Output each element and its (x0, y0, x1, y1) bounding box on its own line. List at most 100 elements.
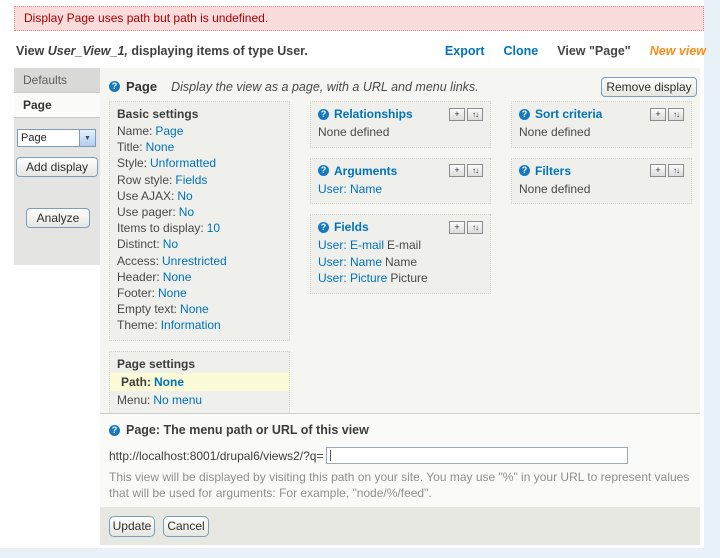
help-icon[interactable]: ? (109, 424, 120, 436)
field-label-suffix: Name (385, 254, 418, 269)
remove-display-button[interactable]: Remove display (601, 77, 697, 97)
filters-title-link[interactable]: Filters (535, 163, 650, 179)
field-item: User: Name Name (318, 254, 483, 271)
setting-row: Empty text: None (117, 301, 282, 317)
view-name: User_View_1, (47, 44, 128, 58)
setting-value-link[interactable]: Page (155, 124, 183, 138)
setting-value-link[interactable]: 10 (207, 221, 220, 235)
view-page-link[interactable]: View "Page" (557, 44, 630, 58)
setting-label: Style: (117, 156, 148, 171)
menu-setting-row: Menu: No menu (110, 391, 289, 410)
sort-criteria-panel: ? Sort criteria + ↑↓ None defined (511, 101, 692, 148)
filters-panel: ? Filters + ↑↓ None defined (511, 157, 692, 204)
path-input[interactable] (326, 447, 629, 464)
cancel-button[interactable]: Cancel (163, 516, 209, 537)
column-right: ? Sort criteria + ↑↓ None defined ? Filt… (511, 101, 692, 427)
tab-page[interactable]: Page (14, 93, 100, 118)
display-settings-main: ? Page Display the view as a page, with … (100, 68, 700, 545)
column-basic: Basic settings Name: Page Title: None Styl… (109, 101, 290, 427)
arguments-title-link[interactable]: Arguments (334, 163, 449, 179)
help-icon[interactable]: ? (318, 165, 329, 176)
setting-value-link[interactable]: Unrestricted (162, 254, 227, 268)
tab-defaults[interactable]: Defaults (14, 68, 100, 93)
setting-value-link[interactable]: None (146, 140, 175, 154)
setting-label: Row style: (117, 172, 173, 187)
add-item-icon[interactable]: + (650, 164, 666, 177)
add-item-icon[interactable]: + (449, 220, 465, 234)
rearrange-icon[interactable]: ↑↓ (467, 107, 483, 121)
setting-value-link[interactable]: Fields (175, 173, 207, 187)
field-item: User: Picture Picture (318, 270, 483, 287)
setting-value-link[interactable]: Information (161, 318, 221, 332)
setting-row: Title: None (117, 139, 282, 155)
page-edge-right (704, 0, 720, 558)
setting-label: Access: (117, 253, 160, 268)
help-icon[interactable]: ? (318, 108, 329, 120)
setting-label: Title: (117, 140, 143, 155)
error-message: Display Page uses path but path is undef… (14, 6, 704, 31)
setting-value-link[interactable]: No (179, 205, 194, 219)
setting-value-link[interactable]: None (163, 270, 192, 284)
sort-criteria-empty: None defined (519, 125, 591, 139)
sort-criteria-title-link[interactable]: Sort criteria (535, 106, 650, 122)
setting-value-link[interactable]: No (177, 189, 192, 203)
view-title-prefix: View (16, 44, 45, 58)
arguments-panel: ? Arguments + ↑↓ User: Name (310, 157, 491, 204)
help-icon[interactable]: ? (318, 221, 329, 233)
setting-value-link[interactable]: None (180, 302, 209, 316)
setting-label: Items to display: (117, 221, 204, 236)
new-view-link[interactable]: New view (650, 44, 706, 58)
field-link[interactable]: User: Name (318, 255, 382, 269)
help-icon[interactable]: ? (519, 108, 530, 120)
view-links: Export Clone View "Page" New view (445, 44, 706, 58)
path-label: Path: (121, 374, 151, 389)
basic-settings-box: Basic settings Name: Page Title: None Styl… (109, 101, 290, 341)
argument-item: User: Name (318, 181, 483, 198)
menu-value-link[interactable]: No menu (153, 393, 202, 407)
add-item-icon[interactable]: + (650, 107, 666, 121)
setting-label: Theme: (117, 318, 158, 333)
setting-row: Use pager: No (117, 204, 282, 220)
setting-value-link[interactable]: No (163, 237, 178, 251)
setting-value-link[interactable]: None (158, 286, 187, 300)
rearrange-icon[interactable]: ↑↓ (467, 220, 483, 234)
setting-row: Header: None (117, 269, 282, 285)
setting-row: Items to display: 10 (117, 220, 282, 236)
error-text: Display Page uses path but path is undef… (24, 11, 269, 25)
form-title: ? Page: The menu path or URL of this vie… (109, 423, 369, 437)
help-icon[interactable]: ? (109, 81, 120, 92)
setting-row: Distinct: No (117, 236, 282, 252)
update-button[interactable]: Update (109, 516, 155, 537)
setting-label: Name: (117, 124, 153, 138)
argument-link[interactable]: User: Name (318, 182, 382, 196)
display-title: Page (126, 79, 158, 94)
relationships-title-link[interactable]: Relationships (334, 106, 449, 122)
rearrange-icon[interactable]: ↑↓ (668, 107, 684, 121)
field-link[interactable]: User: E-mail (318, 238, 384, 252)
view-title-suffix: displaying items of type User. (131, 44, 308, 58)
help-icon[interactable]: ? (519, 165, 530, 176)
page-settings-title: Page settings (117, 356, 196, 371)
setting-row: Access: Unrestricted (117, 253, 282, 269)
setting-value-link[interactable]: Unformatted (150, 156, 216, 170)
add-item-icon[interactable]: + (449, 164, 465, 177)
rearrange-icon[interactable]: ↑↓ (467, 164, 483, 177)
display-type-select[interactable]: Page ▼ (17, 129, 96, 147)
setting-row: Theme: Information (117, 317, 282, 333)
rearrange-icon[interactable]: ↑↓ (668, 164, 684, 177)
setting-row: Use AJAX: No (117, 188, 282, 204)
path-config-form: ? Page: The menu path or URL of this vie… (100, 413, 700, 545)
view-info-bar: View User_View_1, displaying items of ty… (16, 41, 706, 61)
export-link[interactable]: Export (445, 44, 485, 58)
path-value-link[interactable]: None (154, 375, 184, 389)
add-display-button[interactable]: Add display (16, 157, 98, 177)
setting-label: Distinct: (117, 237, 160, 252)
clone-link[interactable]: Clone (504, 44, 539, 58)
relationships-panel: ? Relationships + ↑↓ None defined (310, 101, 491, 148)
field-link[interactable]: User: Picture (318, 271, 387, 285)
relationships-empty: None defined (318, 125, 390, 139)
add-item-icon[interactable]: + (449, 107, 465, 121)
fields-title-link[interactable]: Fields (334, 219, 449, 235)
analyze-button[interactable]: Analyze (26, 208, 90, 228)
form-title-text: Page: The menu path or URL of this view (126, 423, 369, 437)
